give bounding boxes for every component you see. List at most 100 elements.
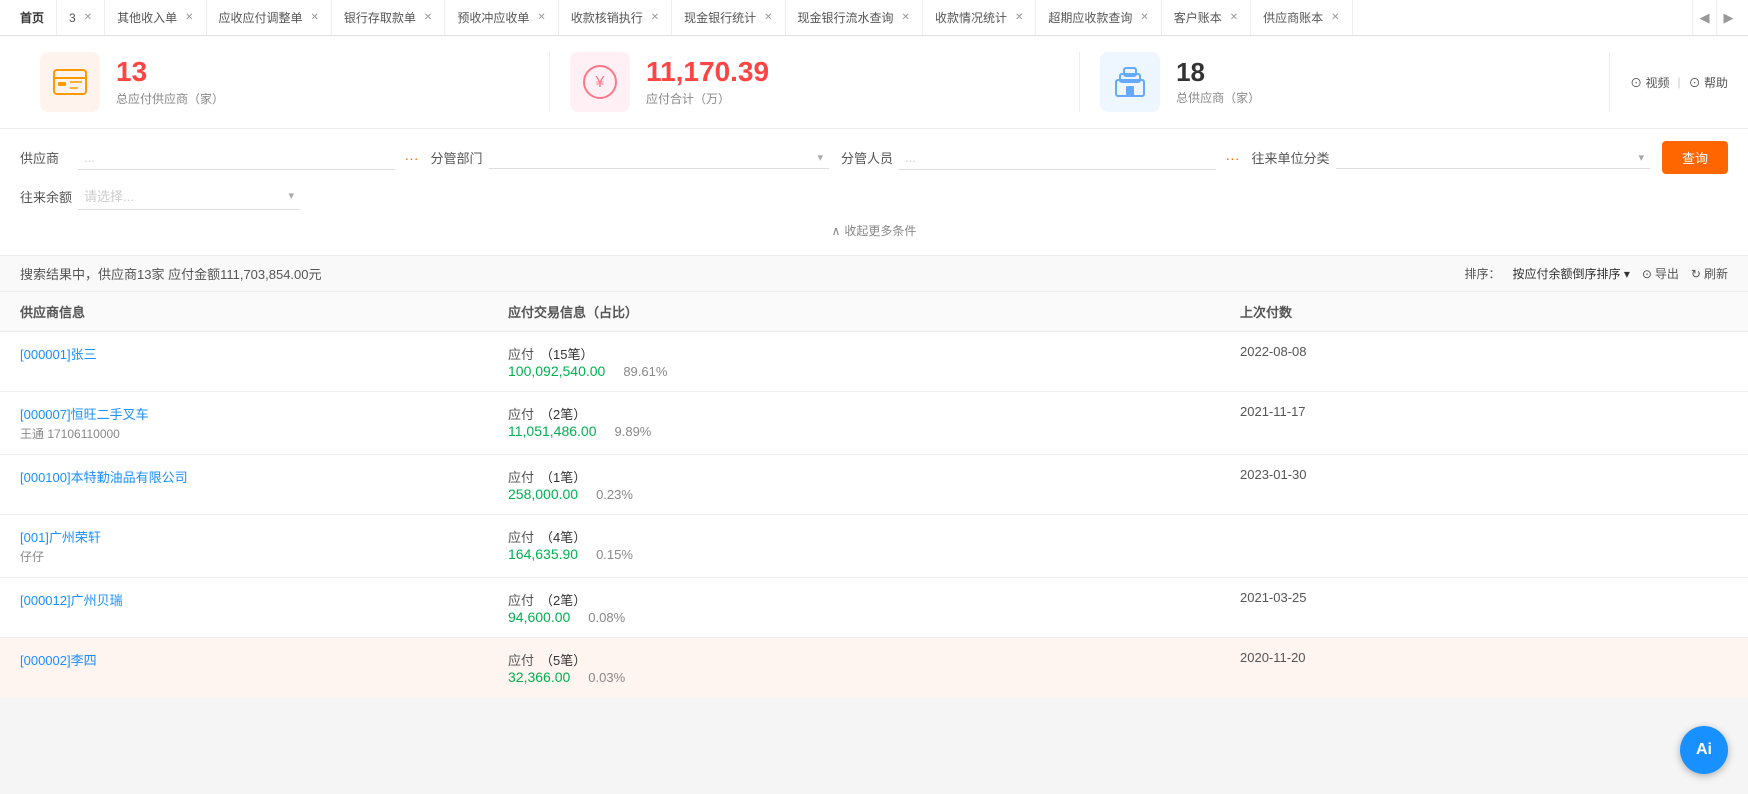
- tx-amount[interactable]: 258,000.00: [508, 486, 578, 502]
- supplier-link[interactable]: [000100]本特勤油品有限公司: [20, 470, 188, 485]
- tx-info-cell: 应付 （2笔） 94,600.00 0.08%: [508, 590, 1240, 625]
- export-button[interactable]: ⊙ 导出: [1642, 265, 1679, 282]
- export-label: 导出: [1655, 265, 1679, 282]
- filter-supplier: 供应商 ···: [20, 146, 419, 170]
- dept-select[interactable]: ▾: [489, 147, 829, 169]
- close-icon[interactable]: ✕: [537, 12, 545, 23]
- tx-count: （1笔）: [540, 467, 586, 486]
- person-input[interactable]: [899, 146, 1215, 170]
- tx-amount[interactable]: 32,366.00: [508, 669, 570, 685]
- close-icon[interactable]: ✕: [1015, 12, 1023, 23]
- payable-total-icon: ¥: [570, 52, 630, 112]
- help-link[interactable]: ⊙ 帮助: [1689, 74, 1728, 91]
- supplier-info-cell: [000012]广州贝瑞: [20, 590, 508, 611]
- tx-label: 应付: [508, 467, 534, 486]
- query-button[interactable]: 查询: [1662, 141, 1728, 174]
- tx-amount[interactable]: 164,635.90: [508, 546, 578, 562]
- nav-tab-home[interactable]: 首页: [8, 0, 57, 36]
- nav-prev-button[interactable]: ◀: [1692, 0, 1716, 36]
- filter-row-1: 供应商 ··· 分管部门 ▾ 分管人员 ··· 往来单位分类 ▾ 查询: [20, 141, 1728, 174]
- nav-tab-adjust[interactable]: 应收应付调整单 ✕: [207, 0, 332, 36]
- tx-label: 应付: [508, 527, 534, 546]
- supplier-label: 供应商: [20, 148, 72, 167]
- filter-dept: 分管部门 ▾: [431, 147, 830, 169]
- nav-tab-cash-stat-label: 现金银行统计: [684, 9, 756, 26]
- close-icon[interactable]: ✕: [311, 12, 319, 23]
- nav-tab-cash-flow[interactable]: 现金银行流水查询 ✕: [786, 0, 923, 36]
- tx-percent: 0.08%: [588, 610, 625, 625]
- supplier-link[interactable]: [000001]张三: [20, 347, 97, 362]
- nav-tab-other-income[interactable]: 其他收入单 ✕: [105, 0, 206, 36]
- close-icon[interactable]: ✕: [1331, 12, 1339, 23]
- supplier-sub: 王通 17106110000: [20, 425, 508, 442]
- tx-percent: 0.23%: [596, 487, 633, 502]
- tx-row: 应付 （2笔）: [508, 590, 1240, 609]
- nav-tab-overdue-label: 超期应收款查询: [1048, 9, 1132, 26]
- close-icon[interactable]: ✕: [84, 12, 92, 23]
- data-table: 供应商信息 应付交易信息（占比） 上次付数 [000001]张三 应付 （15笔…: [0, 292, 1748, 697]
- close-icon[interactable]: ✕: [185, 12, 193, 23]
- nav-tab-verify[interactable]: 收款核销执行 ✕: [559, 0, 672, 36]
- total-suppliers-count: 18: [1176, 59, 1260, 85]
- collapse-button[interactable]: ∧ 收起更多条件: [832, 222, 917, 239]
- supplier-link[interactable]: [001]广州荣轩: [20, 530, 101, 545]
- tx-amount-row: 100,092,540.00 89.61%: [508, 363, 1240, 379]
- refresh-button[interactable]: ↻ 刷新: [1691, 265, 1728, 282]
- person-label: 分管人员: [841, 148, 893, 167]
- last-pay-date: 2021-11-17: [1240, 404, 1728, 419]
- nav-tab-cash-stat[interactable]: 现金银行统计 ✕: [672, 0, 785, 36]
- result-bar: 搜索结果中，供应商13家 应付金额111,703,854.00元 排序： 按应付…: [0, 256, 1748, 292]
- nav-next-button[interactable]: ▶: [1716, 0, 1740, 36]
- nav-tab-supplier[interactable]: 供应商账本 ✕: [1251, 0, 1352, 36]
- result-info: 搜索结果中，供应商13家 应付金额111,703,854.00元: [20, 264, 322, 283]
- category-select[interactable]: ▾: [1336, 147, 1650, 169]
- nav-tab-customer[interactable]: 客户账本 ✕: [1162, 0, 1251, 36]
- nav-tab-bank[interactable]: 银行存取款单 ✕: [332, 0, 445, 36]
- nav-tab-prepay[interactable]: 预收冲应收单 ✕: [445, 0, 558, 36]
- supplier-link[interactable]: [000002]李四: [20, 653, 97, 668]
- chevron-down-icon: ▾: [1638, 151, 1644, 164]
- supplier-link[interactable]: [000012]广州贝瑞: [20, 593, 123, 608]
- tx-amount[interactable]: 11,051,486.00: [508, 423, 597, 439]
- person-dots-icon[interactable]: ···: [1226, 150, 1240, 166]
- balance-select[interactable]: 请选择... ▾: [78, 182, 300, 210]
- close-icon[interactable]: ✕: [424, 12, 432, 23]
- total-suppliers-text: 18 总供应商（家）: [1176, 59, 1260, 106]
- video-link[interactable]: ⊙ 视频: [1630, 74, 1669, 91]
- nav-tab-home-label: 首页: [20, 9, 44, 26]
- tx-row: 应付 （1笔）: [508, 467, 1240, 486]
- tx-info-cell: 应付 （1笔） 258,000.00 0.23%: [508, 467, 1240, 502]
- filter-area: 供应商 ··· 分管部门 ▾ 分管人员 ··· 往来单位分类 ▾ 查询 往来: [0, 129, 1748, 256]
- close-icon[interactable]: ✕: [1140, 12, 1148, 23]
- close-icon[interactable]: ✕: [902, 12, 910, 23]
- filter-balance: 往来余额 请选择... ▾: [20, 182, 300, 210]
- collapse-label: 收起更多条件: [844, 222, 916, 239]
- supplier-sub: 仔仔: [20, 548, 508, 565]
- payable-suppliers-count: 13: [116, 58, 224, 86]
- close-icon[interactable]: ✕: [764, 12, 772, 23]
- tx-row: 应付 （5笔）: [508, 650, 1240, 669]
- nav-tab-receipt-stat[interactable]: 收款情况统计 ✕: [923, 0, 1036, 36]
- svg-text:¥: ¥: [595, 74, 605, 91]
- payable-total-amount: 11,170.39: [646, 58, 769, 86]
- summary-card-total-suppliers: 18 总供应商（家）: [1080, 52, 1610, 112]
- tx-amount[interactable]: 94,600.00: [508, 609, 570, 625]
- nav-tab-overdue[interactable]: 超期应收款查询 ✕: [1036, 0, 1161, 36]
- nav-tab-adjust-label: 应收应付调整单: [219, 9, 303, 26]
- close-icon[interactable]: ✕: [651, 12, 659, 23]
- tx-amount[interactable]: 100,092,540.00: [508, 363, 605, 379]
- tx-row: 应付 （2笔）: [508, 404, 1240, 423]
- nav-tab-3[interactable]: 3 ✕: [57, 0, 105, 36]
- tx-info-cell: 应付 （2笔） 11,051,486.00 9.89%: [508, 404, 1240, 439]
- sort-selector[interactable]: 按应付余额倒序排序 ▾: [1512, 265, 1629, 282]
- supplier-link[interactable]: [000007]恒旺二手叉车: [20, 407, 149, 422]
- supplier-input[interactable]: [78, 146, 395, 170]
- tx-amount-row: 32,366.00 0.03%: [508, 669, 1240, 685]
- total-suppliers-icon: [1100, 52, 1160, 112]
- ai-button[interactable]: Ai: [1680, 726, 1728, 774]
- close-icon[interactable]: ✕: [1230, 12, 1238, 23]
- chevron-down-icon: ▾: [817, 151, 823, 164]
- supplier-dots-icon[interactable]: ···: [405, 150, 419, 166]
- tx-amount-row: 94,600.00 0.08%: [508, 609, 1240, 625]
- payable-suppliers-label: 总应付供应商（家）: [116, 90, 224, 107]
